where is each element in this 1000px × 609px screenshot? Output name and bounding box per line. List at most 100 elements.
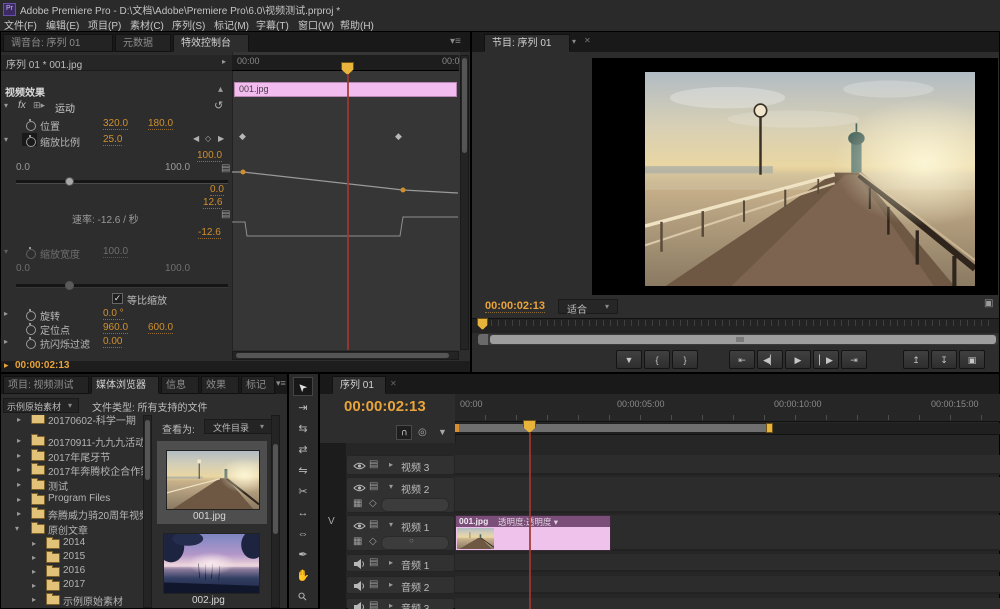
scale-stopwatch-icon[interactable] [26, 137, 36, 147]
prev-keyframe-icon[interactable]: ◀ [193, 134, 199, 143]
antiflicker-stopwatch-icon[interactable] [26, 339, 36, 349]
scale-value[interactable]: 25.0 [103, 134, 122, 146]
panel-menu-icon[interactable]: ▾≡ [450, 36, 461, 47]
motion-expand-icon[interactable]: ▾ [4, 101, 8, 110]
track-collapse-icon[interactable]: ▸ [389, 460, 393, 469]
timeline-clip-001[interactable]: 001.jpg 透明度:透明度 ▾ [455, 515, 611, 551]
track-opacity-pill[interactable] [381, 536, 449, 550]
track-select-tool[interactable]: ⇥ [293, 399, 313, 417]
antiflicker-collapse-icon[interactable]: ▸ [4, 337, 8, 346]
menu-file[interactable]: 文件(F) [4, 17, 37, 32]
motion-reset-icon[interactable]: ↺ [214, 99, 223, 112]
set-marker-icon[interactable]: ▼ [438, 427, 447, 437]
lane-audio-3[interactable] [455, 598, 1000, 609]
keyframe-display-icon[interactable]: ◇ [369, 498, 377, 509]
program-tab-dropdown-icon[interactable]: ▾ [572, 37, 576, 46]
scale-expand-icon[interactable]: ▾ [4, 135, 8, 144]
bin-dropdown[interactable]: 示例原始素材 ▾ [3, 398, 79, 413]
slide-tool[interactable]: ⇔ [293, 525, 313, 543]
expand-arrow-icon[interactable]: ▸ [32, 539, 36, 548]
sync-lock-icon[interactable]: ▤ [369, 557, 378, 568]
next-keyframe-icon[interactable]: ▶ [218, 134, 224, 143]
anchor-x-value[interactable]: 960.0 [103, 322, 128, 334]
expand-arrow-icon[interactable]: ▸ [32, 553, 36, 562]
menu-marker[interactable]: 标记(M) [214, 17, 249, 32]
sync-lock-icon[interactable]: ▤ [369, 579, 378, 590]
menu-edit[interactable]: 编辑(E) [46, 17, 79, 32]
ec-v-scrollbar[interactable] [460, 55, 469, 350]
view-as-dropdown[interactable]: 文件目录 ▾ [204, 419, 272, 434]
extract-button[interactable]: ↧ [931, 350, 957, 369]
expand-arrow-icon[interactable]: ▸ [17, 451, 21, 460]
speaker-icon[interactable] [354, 602, 365, 609]
lane-video-2[interactable] [455, 477, 1000, 513]
keyframe-display-icon[interactable]: ◇ [369, 536, 377, 547]
track-name[interactable]: 音频 3 [401, 600, 429, 609]
timeline-ruler[interactable]: 00:00 00:00:05:00 00:00:10:00 00:00:15:0… [455, 394, 1000, 422]
uniform-scale-checkbox[interactable]: ✓ [112, 293, 123, 304]
track-collapse-icon[interactable]: ▸ [389, 601, 393, 609]
thumbnail-001-label[interactable]: 001.jpg [193, 511, 226, 522]
sync-lock-icon[interactable]: ▤ [369, 459, 378, 470]
expand-arrow-icon[interactable]: ▸ [17, 509, 21, 518]
speaker-icon[interactable] [354, 559, 365, 569]
program-timecode[interactable]: 00:00:02:13 [485, 300, 545, 313]
pen-tool[interactable]: ✒ [293, 546, 313, 564]
dual-view-icon[interactable]: ▣ [984, 298, 993, 309]
track-header-video-3[interactable]: ▤ ▸ 视频 3 [346, 455, 455, 475]
rotation-value[interactable]: 0.0 ° [103, 308, 124, 320]
timeline-timecode[interactable]: 00:00:02:13 [344, 398, 426, 415]
eye-icon[interactable] [353, 462, 366, 470]
frame-view-icon[interactable]: ▦ [353, 498, 362, 509]
ec-timecode[interactable]: 00:00:02:13 [15, 360, 69, 371]
menu-sequence[interactable]: 序列(S) [172, 17, 205, 32]
thumbs-scrollbar[interactable] [271, 415, 280, 608]
rolling-edit-tool[interactable]: ⇄ [293, 441, 313, 459]
keyframe-dot-icon[interactable]: ○ [409, 536, 414, 545]
lane-audio-1[interactable] [455, 554, 1000, 572]
sync-lock-icon[interactable]: ▤ [369, 519, 378, 530]
clip-title-bar[interactable]: 001.jpg 透明度:透明度 ▾ [456, 516, 610, 527]
slip-tool[interactable]: ↔ [293, 504, 313, 522]
project-panel-menu-icon[interactable]: ▾≡ [276, 378, 286, 389]
track-expand-icon[interactable]: ▾ [389, 520, 393, 529]
position-stopwatch-icon[interactable] [26, 121, 36, 131]
velocity-graph-toggle-icon[interactable]: ▤ [221, 209, 230, 220]
work-area-end-handle[interactable] [766, 423, 773, 433]
fit-dropdown[interactable]: 适合 ▾ [558, 299, 618, 314]
expand-arrow-icon[interactable]: ▸ [17, 465, 21, 474]
anchor-stopwatch-icon[interactable] [26, 325, 36, 335]
track-header-audio-1[interactable]: ▤ ▸ 音频 1 [346, 554, 455, 572]
expand-arrow-icon[interactable]: ▸ [17, 495, 21, 504]
sync-lock-icon[interactable]: ▤ [369, 600, 378, 609]
frame-view-icon[interactable]: ▦ [353, 536, 362, 547]
rotation-stopwatch-icon[interactable] [26, 311, 36, 321]
export-frame-button[interactable]: ▣ [959, 350, 985, 369]
tab-effect-controls[interactable]: 特效控制台 [173, 34, 249, 52]
motion-label[interactable]: 运动 [55, 100, 75, 115]
speaker-icon[interactable] [354, 581, 365, 591]
value-graph-toggle-icon[interactable]: ▤ [221, 163, 230, 174]
track-name[interactable]: 视频 1 [401, 519, 429, 534]
ec-clip-line-arrow-icon[interactable]: ▸ [222, 57, 226, 66]
ec-section-collapse-icon[interactable]: ▴ [218, 84, 223, 95]
encore-chapter-marker-icon[interactable]: ◎ [418, 427, 427, 438]
source-patch-label[interactable]: V [328, 516, 335, 527]
track-header-video-1[interactable]: ▤ ▾ 视频 1 ▦ ◇ ○ [346, 515, 455, 551]
tab-markers[interactable]: 标记 [241, 376, 275, 394]
tab-audio-mixer[interactable]: 调音台: 序列 01 [3, 34, 113, 52]
scale-slider[interactable] [16, 180, 228, 184]
lane-video-3[interactable] [455, 455, 1000, 475]
track-header-audio-2[interactable]: ▤ ▸ 音频 2 [346, 576, 455, 594]
fx-badge-icon[interactable]: fx [18, 100, 26, 111]
tab-project[interactable]: 项目: 视频测试 [3, 376, 89, 394]
track-collapse-icon[interactable]: ▸ [389, 580, 393, 589]
track-name[interactable]: 音频 1 [401, 557, 429, 572]
razor-tool[interactable]: ✂ [293, 483, 313, 501]
rate-stretch-tool[interactable]: ⇋ [293, 462, 313, 480]
tab-info[interactable]: 信息 [161, 376, 199, 394]
menu-help[interactable]: 帮助(H) [340, 17, 374, 32]
track-opacity-pill[interactable] [381, 498, 449, 512]
go-to-out-button[interactable]: ⇥ [841, 350, 867, 369]
tab-metadata[interactable]: 元数据 [115, 34, 171, 52]
